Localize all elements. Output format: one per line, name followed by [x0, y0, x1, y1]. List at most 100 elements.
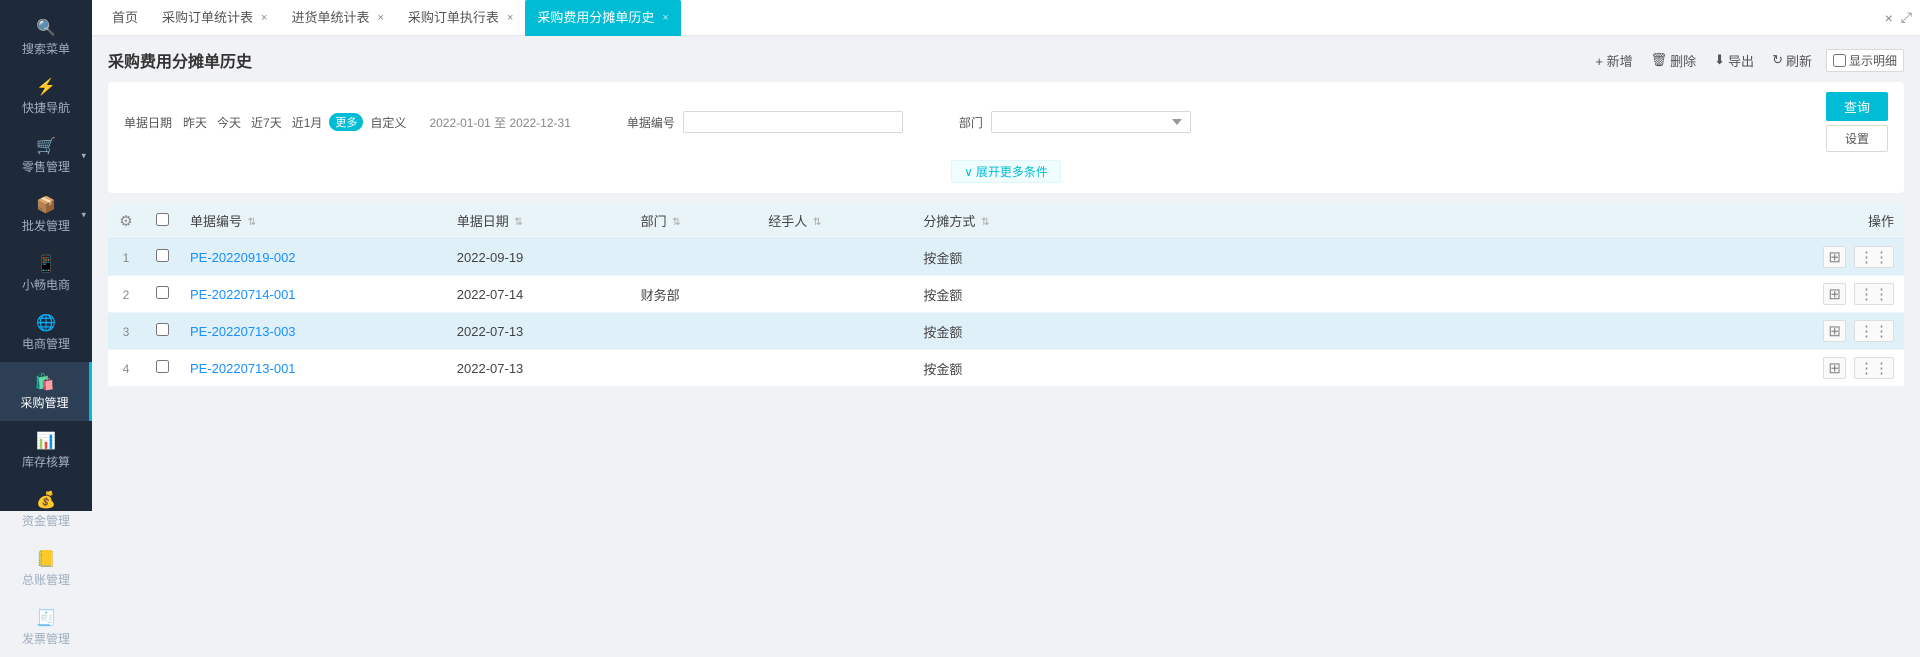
tab-close-purchase-order-stats[interactable]: ×	[261, 0, 267, 36]
show-cols-checkbox[interactable]	[1833, 54, 1846, 67]
refresh-icon: ↻	[1772, 52, 1783, 68]
bill-no-cell: PE-20220919-002	[180, 239, 447, 276]
handler-cell	[758, 239, 913, 276]
col-action-header: 操作	[1813, 203, 1904, 239]
more-action-icon[interactable]: ⋮⋮	[1854, 246, 1894, 268]
tab-home[interactable]: 首页	[100, 0, 150, 36]
view-action-icon[interactable]: ⊞	[1823, 320, 1846, 342]
row-num-cell: 4	[108, 350, 144, 387]
bill-no-link[interactable]: PE-20220919-002	[190, 250, 296, 265]
table-row: 3 PE-20220713-003 2022-07-13 按金额 ⊞ ⋮⋮	[108, 313, 1904, 350]
shortcut-custom[interactable]: 自定义	[367, 113, 409, 132]
row-checkbox[interactable]	[156, 286, 169, 299]
date-field: 单据日期 昨天 今天 近7天 近1月 更多 自定义	[124, 113, 409, 132]
dept-select[interactable]: 财务部	[991, 111, 1191, 133]
settings-button[interactable]: 设置	[1826, 125, 1888, 152]
tab-purchase-order-exec[interactable]: 采购订单执行表 ×	[396, 0, 525, 36]
export-button[interactable]: ⬇ 导出	[1710, 49, 1758, 72]
view-action-icon[interactable]: ⊞	[1823, 246, 1846, 268]
tab-purchase-fee-history[interactable]: 采购费用分摊单历史 ×	[525, 0, 680, 36]
search-panel: 单据日期 昨天 今天 近7天 近1月 更多 自定义 2022-01-01 至 2…	[108, 82, 1904, 193]
sidebar-item-invoice[interactable]: 🧾 发票管理	[0, 598, 92, 657]
toolbar: + 新增 🗑 删除 ⬇ 导出 ↻ 刷新 显示明细	[1591, 49, 1904, 72]
select-all-checkbox[interactable]	[156, 213, 169, 226]
sidebar-item-mini[interactable]: 📱 小畅电商	[0, 244, 92, 303]
sidebar: 🔍 搜索菜单 ⚡ 快捷导航 🛒 零售管理 ▾ 📦 批发管理 ▾ 📱 小畅电商 🌐…	[0, 0, 92, 511]
expand-conditions-button[interactable]: ∨ 展开更多条件	[951, 160, 1061, 183]
col-split-method-header[interactable]: 分摊方式 ⇅	[913, 203, 1813, 239]
row-checkbox-cell	[144, 350, 180, 387]
bill-no-cell: PE-20220714-001	[180, 276, 447, 313]
sidebar-item-quick[interactable]: ⚡ 快捷导航	[0, 67, 92, 126]
sort-icon-bill-no: ⇅	[248, 217, 256, 228]
sidebar-item-inventory[interactable]: 📊 库存核算	[0, 421, 92, 480]
bill-no-cell: PE-20220713-001	[180, 350, 447, 387]
more-action-icon[interactable]: ⋮⋮	[1854, 320, 1894, 342]
sidebar-item-ecom[interactable]: 🌐 电商管理	[0, 303, 92, 362]
sort-icon-handler: ⇅	[813, 217, 821, 228]
bill-date-cell: 2022-09-19	[447, 239, 631, 276]
sidebar-item-wholesale[interactable]: 📦 批发管理 ▾	[0, 185, 92, 244]
col-settings-header[interactable]: ⚙	[108, 203, 144, 239]
shortcut-more[interactable]: 更多	[329, 113, 363, 131]
tabs-bar: 首页 采购订单统计表 × 进货单统计表 × 采购订单执行表 × 采购费用分摊单历…	[92, 0, 1920, 36]
tab-close-purchase-order-exec[interactable]: ×	[507, 0, 513, 36]
bill-no-link[interactable]: PE-20220713-003	[190, 324, 296, 339]
column-settings-icon[interactable]: ⚙	[119, 213, 132, 230]
more-action-icon[interactable]: ⋮⋮	[1854, 283, 1894, 305]
row-checkbox-cell	[144, 313, 180, 350]
view-action-icon[interactable]: ⊞	[1823, 283, 1846, 305]
bill-no-link[interactable]: PE-20220714-001	[190, 287, 296, 302]
sidebar-item-purchase[interactable]: 🛍️ 采购管理	[0, 362, 92, 421]
tab-inbound-stats[interactable]: 进货单统计表 ×	[279, 0, 395, 36]
action-cell: ⊞ ⋮⋮	[1813, 239, 1904, 276]
refresh-button[interactable]: ↻ 刷新	[1768, 49, 1816, 72]
view-action-icon[interactable]: ⊞	[1823, 357, 1846, 379]
dept-label: 部门	[959, 114, 983, 131]
date-label: 单据日期	[124, 114, 172, 131]
handler-cell	[758, 276, 913, 313]
show-cols-button[interactable]: 显示明细	[1826, 49, 1904, 72]
sidebar-item-ledger[interactable]: 📒 总账管理	[0, 539, 92, 598]
more-action-icon[interactable]: ⋮⋮	[1854, 357, 1894, 379]
tab-purchase-order-stats[interactable]: 采购订单统计表 ×	[150, 0, 279, 36]
split-method-cell: 按金额	[913, 313, 1813, 350]
tab-close-purchase-fee-history[interactable]: ×	[662, 0, 668, 36]
handler-cell	[758, 313, 913, 350]
shortcut-yesterday[interactable]: 昨天	[180, 113, 210, 132]
sidebar-item-finance[interactable]: 💰 资金管理	[0, 480, 92, 539]
shortcut-1month[interactable]: 近1月	[289, 113, 326, 132]
action-cell: ⊞ ⋮⋮	[1813, 313, 1904, 350]
shortcut-7days[interactable]: 近7天	[248, 113, 285, 132]
dept-cell	[631, 350, 759, 387]
sidebar-item-search[interactable]: 🔍 搜索菜单	[0, 8, 92, 67]
add-button[interactable]: + 新增	[1591, 49, 1636, 72]
row-checkbox[interactable]	[156, 360, 169, 373]
row-checkbox[interactable]	[156, 249, 169, 262]
bill-no-input[interactable]	[683, 111, 903, 133]
bill-no-label: 单据编号	[627, 114, 675, 131]
window-close-btn[interactable]: ×	[1885, 10, 1893, 26]
delete-button[interactable]: 🗑 删除	[1647, 49, 1701, 72]
search-row: 单据日期 昨天 今天 近7天 近1月 更多 自定义 2022-01-01 至 2…	[124, 92, 1888, 152]
action-cell: ⊞ ⋮⋮	[1813, 276, 1904, 313]
bill-no-link[interactable]: PE-20220713-001	[190, 361, 296, 376]
col-bill-no-header[interactable]: 单据编号 ⇅	[180, 203, 447, 239]
col-bill-date-header[interactable]: 单据日期 ⇅	[447, 203, 631, 239]
data-table-wrap: ⚙ 单据编号 ⇅ 单据日期 ⇅	[108, 203, 1904, 387]
bill-date-cell: 2022-07-14	[447, 276, 631, 313]
col-checkbox-header	[144, 203, 180, 239]
dept-cell	[631, 313, 759, 350]
shortcut-today[interactable]: 今天	[214, 113, 244, 132]
bill-no-cell: PE-20220713-003	[180, 313, 447, 350]
chevron-down-icon: ∨	[964, 165, 973, 179]
col-handler-header[interactable]: 经手人 ⇅	[758, 203, 913, 239]
window-expand-btn[interactable]: ⤢	[1901, 9, 1912, 26]
sidebar-item-retail[interactable]: 🛒 零售管理 ▾	[0, 126, 92, 185]
col-dept-header[interactable]: 部门 ⇅	[631, 203, 759, 239]
tab-close-inbound-stats[interactable]: ×	[377, 0, 383, 36]
sort-icon-split-method: ⇅	[981, 217, 989, 228]
search-button[interactable]: 查询	[1826, 92, 1888, 121]
row-checkbox[interactable]	[156, 323, 169, 336]
expand-row: ∨ 展开更多条件	[124, 160, 1888, 183]
